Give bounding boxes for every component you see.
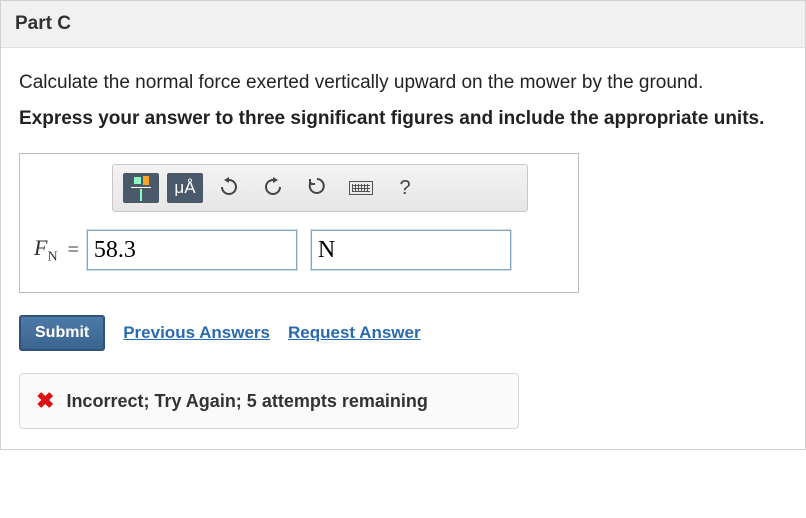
previous-answers-link[interactable]: Previous Answers — [123, 323, 270, 343]
part-container: Part C Calculate the normal force exerte… — [0, 0, 806, 450]
request-answer-link[interactable]: Request Answer — [288, 323, 421, 343]
answer-panel: μÅ — [19, 153, 579, 293]
actions-row: Submit Previous Answers Request Answer — [19, 315, 787, 351]
answer-row: FN = — [20, 212, 578, 292]
reset-icon — [307, 176, 327, 201]
incorrect-icon: ✖ — [36, 388, 54, 414]
part-title: Part C — [1, 1, 805, 48]
value-input[interactable] — [87, 230, 297, 270]
keyboard-icon — [349, 181, 373, 195]
units-button[interactable]: μÅ — [165, 171, 205, 205]
question-text: Calculate the normal force exerted verti… — [19, 70, 787, 96]
redo-icon — [263, 177, 283, 200]
template-button[interactable] — [121, 171, 161, 205]
redo-button[interactable] — [253, 171, 293, 205]
reset-button[interactable] — [297, 171, 337, 205]
instruction-text: Express your answer to three significant… — [19, 106, 787, 132]
formatting-toolbar: μÅ — [112, 164, 528, 212]
feedback-box: ✖ Incorrect; Try Again; 5 attempts remai… — [19, 373, 519, 429]
unit-input[interactable] — [311, 230, 511, 270]
help-icon: ? — [399, 177, 410, 200]
submit-button[interactable]: Submit — [19, 315, 105, 351]
undo-button[interactable] — [209, 171, 249, 205]
keyboard-button[interactable] — [341, 171, 381, 205]
part-body: Calculate the normal force exerted verti… — [1, 48, 805, 449]
equals-sign: = — [68, 239, 79, 262]
micro-angstrom-icon: μÅ — [167, 173, 203, 203]
fraction-template-icon — [123, 173, 159, 203]
help-button[interactable]: ? — [385, 171, 425, 205]
feedback-text: Incorrect; Try Again; 5 attempts remaini… — [66, 391, 427, 412]
variable-label: FN — [34, 235, 58, 265]
undo-icon — [219, 177, 239, 200]
